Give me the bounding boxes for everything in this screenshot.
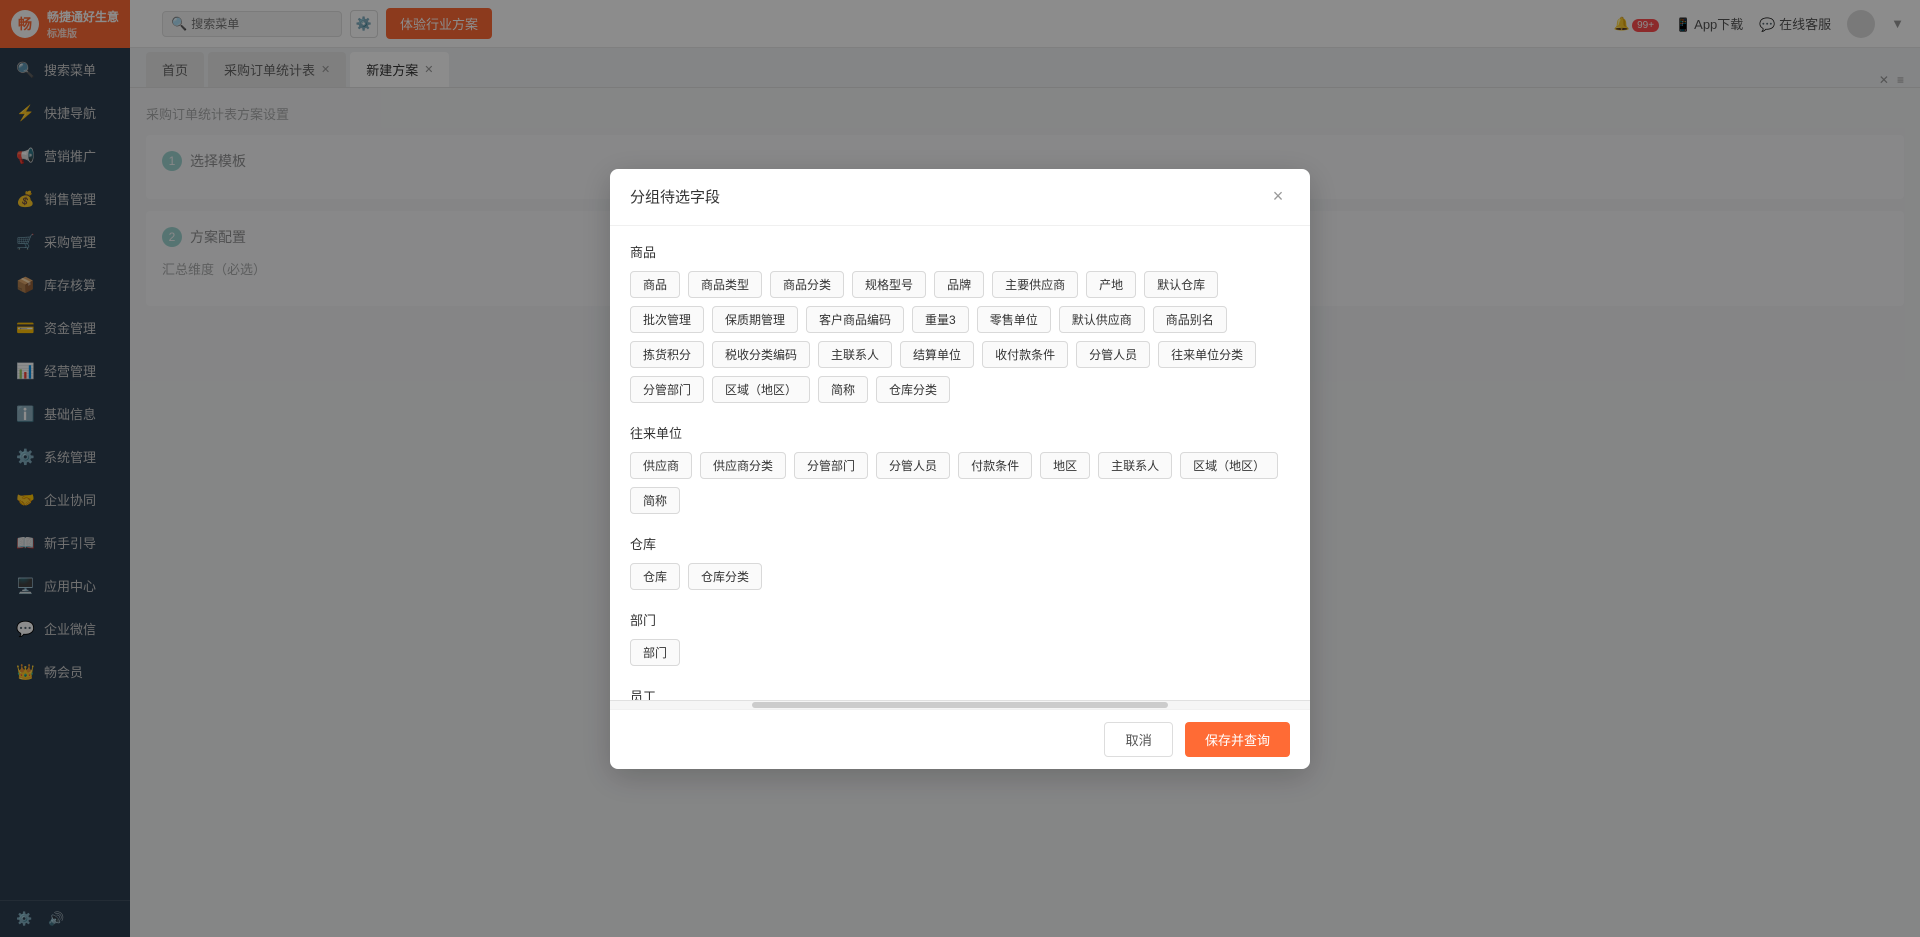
contacts-fields: 供应商 供应商分类 分管部门 分管人员 付款条件 地区 主联系人 区域（地区） … xyxy=(630,452,1290,514)
field-tag[interactable]: 批次管理 xyxy=(630,306,704,333)
field-tag[interactable]: 部门 xyxy=(630,639,680,666)
field-tag[interactable]: 默认供应商 xyxy=(1059,306,1145,333)
modal-close-button[interactable]: × xyxy=(1266,185,1290,209)
field-tag[interactable]: 分管人员 xyxy=(876,452,950,479)
section-title-product: 商品 xyxy=(630,242,1290,261)
confirm-button[interactable]: 保存并查询 xyxy=(1185,722,1290,757)
field-tag[interactable]: 收付款条件 xyxy=(982,341,1068,368)
section-title-warehouse: 仓库 xyxy=(630,534,1290,553)
field-tag[interactable]: 仓库分类 xyxy=(688,563,762,590)
field-tag[interactable]: 付款条件 xyxy=(958,452,1032,479)
field-tag[interactable]: 分管人员 xyxy=(1076,341,1150,368)
field-tag[interactable]: 供应商 xyxy=(630,452,692,479)
product-fields: 商品 商品类型 商品分类 规格型号 品牌 主要供应商 产地 默认仓库 批次管理 … xyxy=(630,271,1290,403)
section-title-department: 部门 xyxy=(630,610,1290,629)
field-tag[interactable]: 简称 xyxy=(630,487,680,514)
section-employee: 员工 业务员 xyxy=(630,686,1290,700)
field-tag[interactable]: 商品 xyxy=(630,271,680,298)
warehouse-fields: 仓库 仓库分类 xyxy=(630,563,1290,590)
modal-footer: 取消 保存并查询 xyxy=(610,709,1310,769)
field-tag[interactable]: 主要供应商 xyxy=(992,271,1078,298)
section-title-employee: 员工 xyxy=(630,686,1290,700)
field-tag[interactable]: 分管部门 xyxy=(630,376,704,403)
field-tag[interactable]: 主联系人 xyxy=(818,341,892,368)
field-tag[interactable]: 商品类型 xyxy=(688,271,762,298)
field-tag[interactable]: 产地 xyxy=(1086,271,1136,298)
cancel-button[interactable]: 取消 xyxy=(1104,722,1173,757)
field-tag[interactable]: 地区 xyxy=(1040,452,1090,479)
section-title-contacts: 往来单位 xyxy=(630,423,1290,442)
field-tag[interactable]: 重量3 xyxy=(912,306,969,333)
field-tag[interactable]: 结算单位 xyxy=(900,341,974,368)
department-fields: 部门 xyxy=(630,639,1290,666)
field-tag[interactable]: 供应商分类 xyxy=(700,452,786,479)
field-tag[interactable]: 仓库分类 xyxy=(876,376,950,403)
field-tag[interactable]: 品牌 xyxy=(934,271,984,298)
field-select-modal: 分组待选字段 × 商品 商品 商品类型 商品分类 规格型号 品牌 主要供应商 产… xyxy=(610,169,1310,769)
field-tag[interactable]: 规格型号 xyxy=(852,271,926,298)
field-tag[interactable]: 仓库 xyxy=(630,563,680,590)
modal-body[interactable]: 商品 商品 商品类型 商品分类 规格型号 品牌 主要供应商 产地 默认仓库 批次… xyxy=(610,226,1310,700)
field-tag[interactable]: 默认仓库 xyxy=(1144,271,1218,298)
modal-overlay: 分组待选字段 × 商品 商品 商品类型 商品分类 规格型号 品牌 主要供应商 产… xyxy=(0,0,1920,937)
field-tag[interactable]: 区域（地区） xyxy=(712,376,810,403)
section-contacts: 往来单位 供应商 供应商分类 分管部门 分管人员 付款条件 地区 主联系人 区域… xyxy=(630,423,1290,514)
section-department: 部门 部门 xyxy=(630,610,1290,666)
modal-header: 分组待选字段 × xyxy=(610,169,1310,226)
field-tag[interactable]: 零售单位 xyxy=(977,306,1051,333)
section-product: 商品 商品 商品类型 商品分类 规格型号 品牌 主要供应商 产地 默认仓库 批次… xyxy=(630,242,1290,403)
field-tag[interactable]: 区域（地区） xyxy=(1180,452,1278,479)
field-tag[interactable]: 商品分类 xyxy=(770,271,844,298)
field-tag[interactable]: 拣货积分 xyxy=(630,341,704,368)
field-tag[interactable]: 主联系人 xyxy=(1098,452,1172,479)
modal-hscroll[interactable] xyxy=(610,700,1310,709)
field-tag[interactable]: 客户商品编码 xyxy=(806,306,904,333)
field-tag[interactable]: 商品别名 xyxy=(1153,306,1227,333)
field-tag[interactable]: 分管部门 xyxy=(794,452,868,479)
field-tag[interactable]: 简称 xyxy=(818,376,868,403)
field-tag[interactable]: 保质期管理 xyxy=(712,306,798,333)
section-warehouse: 仓库 仓库 仓库分类 xyxy=(630,534,1290,590)
field-tag[interactable]: 税收分类编码 xyxy=(712,341,810,368)
field-tag[interactable]: 往来单位分类 xyxy=(1158,341,1256,368)
modal-title: 分组待选字段 xyxy=(630,186,720,207)
